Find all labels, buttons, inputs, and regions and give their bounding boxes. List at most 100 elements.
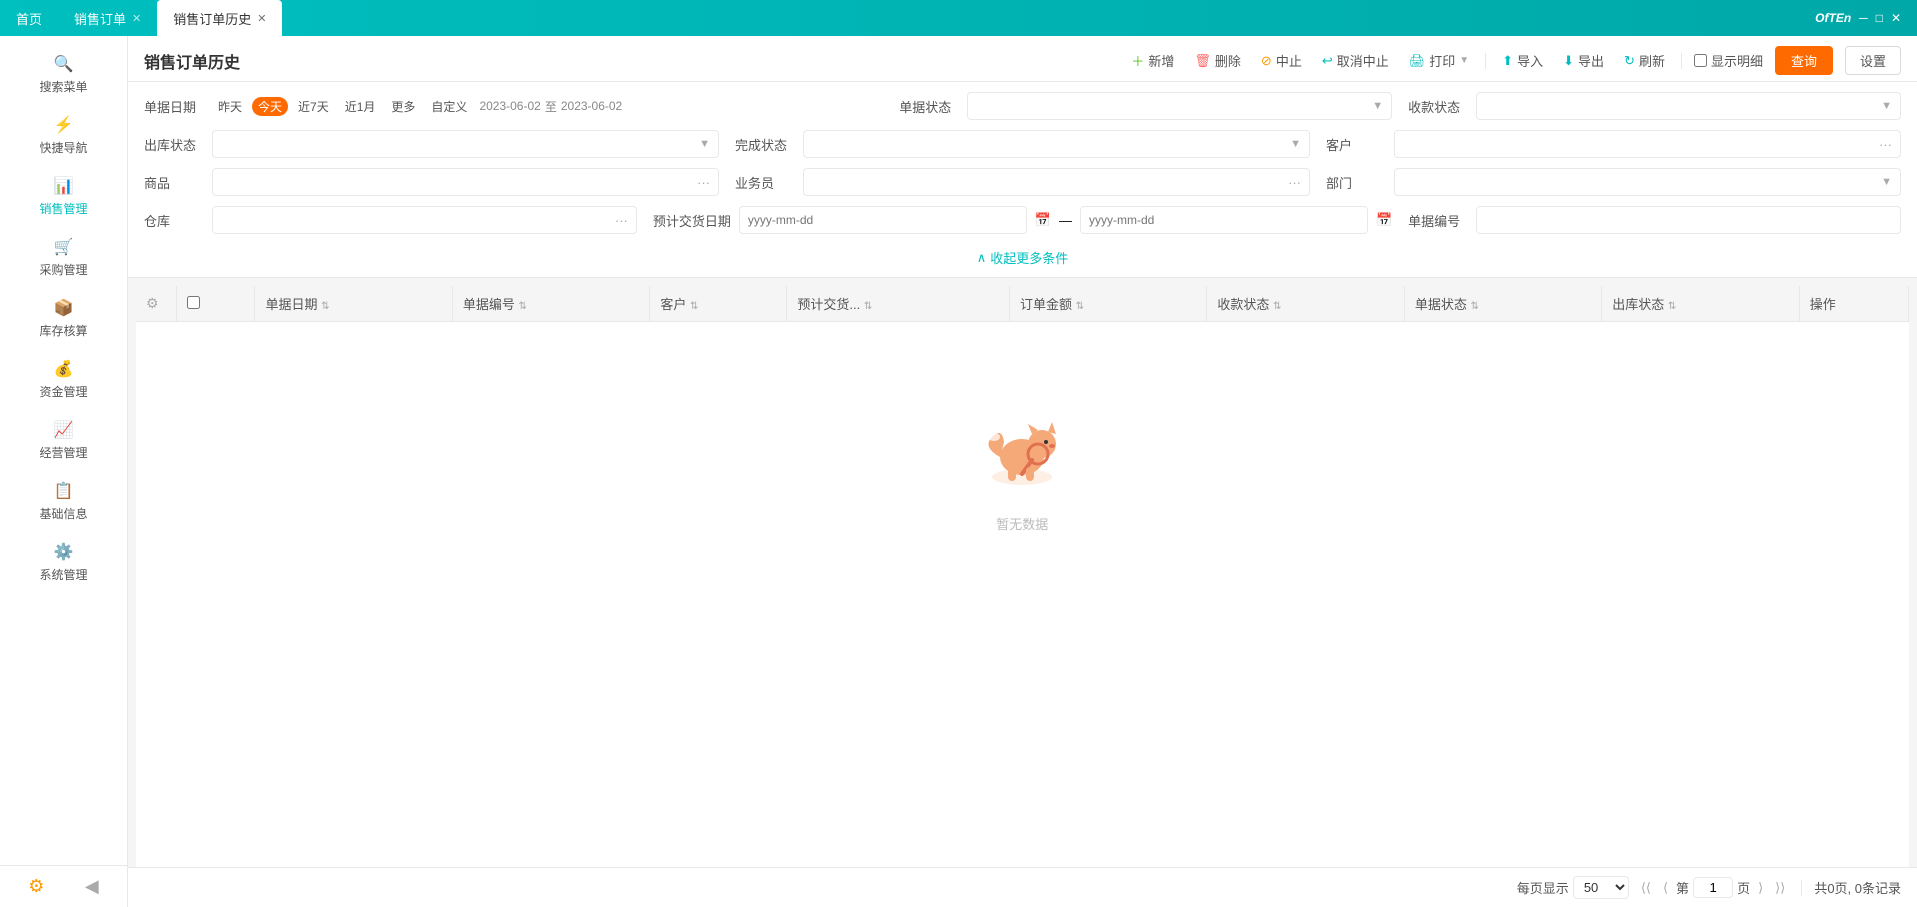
sidebar-item-quick-nav[interactable]: ⚡ 快捷导航 [0, 105, 127, 166]
col-payment-status[interactable]: 收款状态 ⇅ [1207, 286, 1404, 322]
calendar-to-icon[interactable]: 📅 [1376, 212, 1392, 228]
col-delivery-date[interactable]: 预计交货... ⇅ [787, 286, 1010, 322]
col-customer[interactable]: 客户 ⇅ [650, 286, 787, 322]
window-minimize[interactable]: ─ [1859, 11, 1868, 25]
cancel-stop-icon: ↩ [1322, 53, 1333, 69]
col-payment-status-sort-icon: ⇅ [1273, 301, 1281, 312]
select-all-checkbox[interactable] [187, 296, 200, 309]
sidebar-item-purchase-mgmt[interactable]: 🛒 采购管理 [0, 227, 127, 288]
col-voucher-no[interactable]: 单据编号 ⇅ [452, 286, 649, 322]
col-date-sort-icon: ⇅ [321, 301, 329, 312]
settings-bottom-icon[interactable]: ⚙ [28, 876, 44, 897]
tab-sales-order-history-close[interactable]: ✕ [257, 12, 266, 25]
import-icon: ⬆ [1502, 53, 1513, 69]
warehouse-ellipsis-icon: ··· [615, 213, 628, 228]
sidebar-item-system-mgmt[interactable]: ⚙️ 系统管理 [0, 532, 127, 593]
customer-input[interactable]: ··· [1394, 130, 1901, 158]
top-bar: 首页 销售订单 ✕ 销售订单历史 ✕ OfTEn ─ □ ✕ [0, 0, 1917, 36]
warehouse-out-chevron-icon: ▼ [699, 138, 710, 150]
show-details-checkbox[interactable] [1694, 54, 1707, 67]
settings-button[interactable]: 设置 [1845, 46, 1901, 75]
tab-sales-order-close[interactable]: ✕ [132, 12, 141, 25]
filter-payment-status: 收款状态 ▼ [1408, 92, 1901, 120]
main-layout: 🔍 搜索菜单 ⚡ 快捷导航 📊 销售管理 🛒 采购管理 📦 库存核算 💰 资金管… [0, 36, 1917, 907]
delivery-date-from[interactable] [739, 206, 1027, 234]
col-date[interactable]: 单据日期 ⇅ [255, 286, 452, 322]
sidebar-item-sales-mgmt[interactable]: 📊 销售管理 [0, 166, 127, 227]
warehouse-out-select[interactable]: ▼ [212, 130, 719, 158]
sidebar-item-ops-mgmt[interactable]: 📈 经营管理 [0, 410, 127, 471]
delivery-date-from-input[interactable] [748, 213, 838, 227]
filter-date: 单据日期 昨天 今天 近7天 近1月 更多 自定义 2023-06-02 [144, 97, 883, 116]
filter-complete-status: 完成状态 ▼ [735, 130, 1310, 158]
table-settings-icon[interactable]: ⚙ [146, 295, 159, 311]
delete-label: 删除 [1215, 51, 1241, 70]
goods-input[interactable]: ··· [212, 168, 719, 196]
sidebar-item-search-menu[interactable]: 🔍 搜索菜单 [0, 44, 127, 105]
voucher-no-input[interactable] [1476, 206, 1901, 234]
calendar-from-icon[interactable]: 📅 [1035, 212, 1051, 228]
payment-status-select[interactable]: ▼ [1476, 92, 1901, 120]
col-order-amount[interactable]: 订单金额 ⇅ [1009, 286, 1206, 322]
col-warehouse-out[interactable]: 出库状态 ⇅ [1602, 286, 1799, 322]
col-warehouse-out-label: 出库状态 [1612, 297, 1664, 312]
table-header-row: ⚙ 单据日期 ⇅ 单据编号 ⇅ [136, 286, 1909, 322]
complete-status-select[interactable]: ▼ [803, 130, 1310, 158]
basic-info-icon: 📋 [54, 481, 74, 501]
stop-button[interactable]: ⊘ 中止 [1257, 49, 1306, 72]
data-table: ⚙ 单据日期 ⇅ 单据编号 ⇅ [136, 286, 1909, 613]
show-details-label: 显示明细 [1711, 51, 1763, 70]
page-next-button[interactable]: ⟩ [1754, 878, 1767, 898]
date-btn-yesterday[interactable]: 昨天 [212, 97, 248, 116]
tab-sales-order-history[interactable]: 销售订单历史 ✕ [157, 0, 282, 36]
tab-home[interactable]: 首页 [0, 0, 58, 36]
col-customer-sort-icon: ⇅ [690, 301, 698, 312]
table-body: 暂无数据 [136, 322, 1909, 614]
page-number-input[interactable] [1693, 877, 1733, 898]
col-delivery-date-label: 预计交货... [797, 297, 860, 312]
delivery-date-to[interactable] [1080, 206, 1368, 234]
date-btn-more[interactable]: 更多 [385, 97, 421, 116]
refresh-icon: ↻ [1624, 53, 1635, 69]
sidebar-label-sales-mgmt: 销售管理 [39, 200, 87, 217]
per-page-dropdown[interactable]: 50 100 200 [1573, 876, 1629, 899]
export-button[interactable]: ⬇ 导出 [1559, 49, 1608, 72]
dept-label: 部门 [1326, 173, 1386, 192]
window-close[interactable]: ✕ [1891, 11, 1901, 25]
sidebar-item-basic-info[interactable]: 📋 基础信息 [0, 471, 127, 532]
col-voucher-status[interactable]: 单据状态 ⇅ [1404, 286, 1601, 322]
sidebar-label-finance-mgmt: 资金管理 [39, 383, 87, 400]
show-details-checkbox-label[interactable]: 显示明细 [1694, 51, 1763, 70]
delete-button[interactable]: 🗑 删除 [1190, 49, 1245, 72]
order-status-select[interactable]: ▼ [967, 92, 1392, 120]
delivery-date-to-input[interactable] [1089, 213, 1179, 227]
sidebar-item-inventory-check[interactable]: 📦 库存核算 [0, 288, 127, 349]
page-first-button[interactable]: ⟨⟨ [1637, 878, 1655, 898]
collapse-button[interactable]: ∧ 收起更多条件 [977, 248, 1069, 267]
page-prev-button[interactable]: ⟨ [1659, 878, 1672, 898]
page-last-button[interactable]: ⟩⟩ [1771, 878, 1789, 898]
import-button[interactable]: ⬆ 导入 [1498, 49, 1547, 72]
customer-label: 客户 [1326, 135, 1386, 154]
add-label: 新增 [1148, 51, 1174, 70]
date-btn-7days[interactable]: 近7天 [292, 97, 335, 116]
tab-sales-order[interactable]: 销售订单 ✕ [58, 0, 157, 36]
date-btn-custom[interactable]: 自定义 [425, 97, 473, 116]
sales-rep-input[interactable]: ··· [803, 168, 1310, 196]
col-voucher-status-label: 单据状态 [1415, 297, 1467, 312]
window-maximize[interactable]: □ [1876, 11, 1883, 25]
tab-home-label: 首页 [16, 9, 42, 28]
expand-bottom-icon[interactable]: ◀ [85, 876, 99, 897]
date-btn-1month[interactable]: 近1月 [339, 97, 382, 116]
warehouse-input[interactable]: ··· [212, 206, 637, 234]
col-checkbox [176, 286, 255, 322]
date-btn-today[interactable]: 今天 [252, 97, 288, 116]
query-button[interactable]: 查询 [1775, 46, 1833, 75]
add-button[interactable]: ＋ 新增 [1127, 49, 1178, 72]
dept-select[interactable]: ▼ [1394, 168, 1901, 196]
sidebar-item-finance-mgmt[interactable]: 💰 资金管理 [0, 349, 127, 410]
empty-state-row: 暂无数据 [136, 322, 1909, 614]
print-button[interactable]: 🖨 打印 ▼ [1405, 49, 1473, 72]
cancel-stop-button[interactable]: ↩ 取消中止 [1318, 49, 1393, 72]
refresh-button[interactable]: ↻ 刷新 [1620, 49, 1669, 72]
